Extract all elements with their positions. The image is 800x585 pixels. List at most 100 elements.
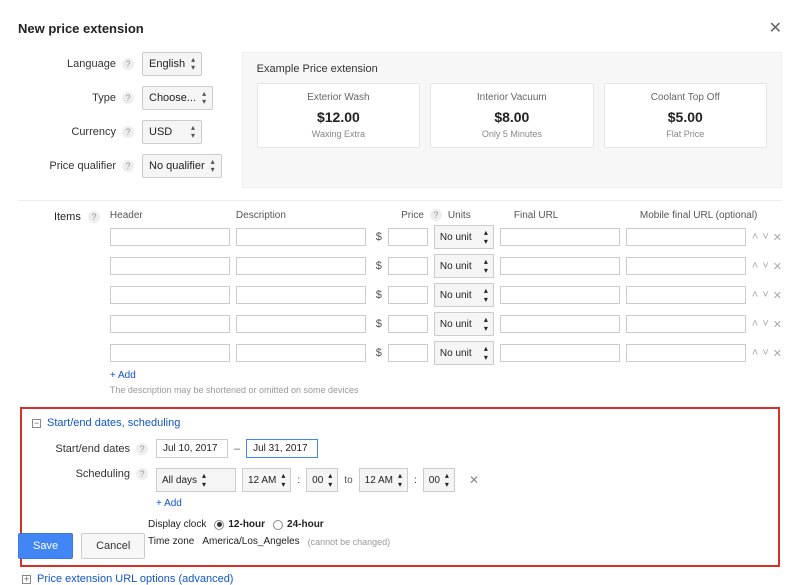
end-hour-select[interactable]: 12 AM▴▾	[359, 468, 408, 492]
final-url-input[interactable]	[500, 315, 620, 333]
currency-symbol: $	[372, 260, 382, 272]
help-icon[interactable]: ?	[122, 58, 134, 70]
col-final-url: Final URL	[514, 210, 634, 221]
items-label: Items	[54, 211, 81, 223]
header-input[interactable]	[110, 344, 230, 362]
col-price: Price	[372, 210, 424, 221]
header-input[interactable]	[110, 315, 230, 333]
help-icon[interactable]: ?	[122, 160, 134, 172]
price-input[interactable]	[388, 228, 428, 246]
start-hour-select[interactable]: 12 AM▴▾	[242, 468, 291, 492]
currency-symbol: $	[372, 289, 382, 301]
language-select[interactable]: English▴▾	[142, 52, 202, 76]
currency-symbol: $	[372, 318, 382, 330]
preview-panel: Example Price extension Exterior Wash $1…	[242, 52, 782, 188]
col-mobile-url: Mobile final URL (optional)	[640, 210, 780, 221]
final-url-input[interactable]	[500, 257, 620, 275]
units-select[interactable]: No unit▴▾	[434, 312, 494, 336]
day-select[interactable]: All days▴▾	[156, 468, 236, 492]
move-up-icon[interactable]: ˄	[752, 347, 758, 359]
dialog-title: New price extension	[18, 21, 144, 36]
description-input[interactable]	[236, 228, 366, 246]
add-item-link[interactable]: + Add	[110, 370, 782, 381]
start-min-select[interactable]: 00▴▾	[306, 468, 338, 492]
move-up-icon[interactable]: ˄	[752, 289, 758, 301]
clock-12-radio[interactable]: 12-hour	[214, 519, 265, 530]
final-url-input[interactable]	[500, 286, 620, 304]
scheduling-toggle[interactable]: − Start/end dates, scheduling	[32, 417, 768, 429]
collapse-icon: −	[32, 419, 41, 428]
help-icon[interactable]: ?	[136, 443, 148, 455]
header-input[interactable]	[110, 286, 230, 304]
help-icon[interactable]: ?	[122, 126, 134, 138]
type-label: Type	[18, 92, 118, 104]
mobile-url-input[interactable]	[626, 344, 746, 362]
move-down-icon[interactable]: ˅	[762, 260, 768, 272]
header-input[interactable]	[110, 228, 230, 246]
end-min-select[interactable]: 00▴▾	[423, 468, 455, 492]
description-input[interactable]	[236, 344, 366, 362]
timezone-label: Time zone	[148, 536, 194, 547]
advanced-toggle[interactable]: + Price extension URL options (advanced)	[22, 573, 782, 585]
move-down-icon[interactable]: ˅	[762, 289, 768, 301]
remove-row-icon[interactable]: ✕	[773, 347, 782, 360]
remove-row-icon[interactable]: ✕	[773, 318, 782, 331]
preview-card: Interior Vacuum $8.00 Only 5 Minutes	[430, 83, 593, 148]
units-select[interactable]: No unit▴▾	[434, 341, 494, 365]
mobile-url-input[interactable]	[626, 257, 746, 275]
end-date-input[interactable]: Jul 31, 2017	[246, 439, 318, 458]
chevron-updown-icon: ▴▾	[202, 90, 206, 106]
remove-row-icon[interactable]: ✕	[773, 289, 782, 302]
final-url-input[interactable]	[500, 344, 620, 362]
remove-schedule-icon[interactable]: ✕	[469, 473, 479, 487]
remove-row-icon[interactable]: ✕	[773, 260, 782, 273]
preview-title: Example Price extension	[257, 63, 767, 75]
currency-symbol: $	[372, 231, 382, 243]
units-select[interactable]: No unit▴▾	[434, 283, 494, 307]
save-button[interactable]: Save	[18, 533, 73, 559]
units-select[interactable]: No unit▴▾	[434, 254, 494, 278]
mobile-url-input[interactable]	[626, 228, 746, 246]
mobile-url-input[interactable]	[626, 286, 746, 304]
clock-label: Display clock	[148, 519, 206, 530]
units-select[interactable]: No unit▴▾	[434, 225, 494, 249]
price-input[interactable]	[388, 257, 428, 275]
start-date-input[interactable]: Jul 10, 2017	[156, 439, 228, 458]
items-hint: The description may be shortened or omit…	[110, 385, 782, 395]
move-up-icon[interactable]: ˄	[752, 318, 758, 330]
currency-select[interactable]: USD▴▾	[142, 120, 202, 144]
mobile-url-input[interactable]	[626, 315, 746, 333]
move-down-icon[interactable]: ˅	[762, 231, 768, 243]
close-icon[interactable]: ✕	[769, 18, 782, 38]
move-up-icon[interactable]: ˄	[752, 260, 758, 272]
col-description: Description	[236, 210, 366, 221]
price-input[interactable]	[388, 286, 428, 304]
price-input[interactable]	[388, 315, 428, 333]
move-down-icon[interactable]: ˅	[762, 318, 768, 330]
description-input[interactable]	[236, 257, 366, 275]
help-icon[interactable]: ?	[430, 209, 442, 221]
cancel-button[interactable]: Cancel	[81, 533, 145, 559]
item-row: $ No unit▴▾ ˄ ˅ ✕	[110, 225, 782, 249]
clock-24-radio[interactable]: 24-hour	[273, 519, 324, 530]
help-icon[interactable]: ?	[88, 211, 100, 223]
remove-row-icon[interactable]: ✕	[773, 231, 782, 244]
dates-label: Start/end dates	[32, 443, 132, 455]
header-input[interactable]	[110, 257, 230, 275]
type-select[interactable]: Choose...▴▾	[142, 86, 213, 110]
add-schedule-link[interactable]: + Add	[156, 498, 479, 509]
description-input[interactable]	[236, 286, 366, 304]
move-down-icon[interactable]: ˅	[762, 347, 768, 359]
language-label: Language	[18, 58, 118, 70]
timezone-value: America/Los_Angeles	[202, 536, 299, 547]
qualifier-label: Price qualifier	[18, 160, 118, 172]
help-icon[interactable]: ?	[136, 468, 148, 480]
final-url-input[interactable]	[500, 228, 620, 246]
help-icon[interactable]: ?	[122, 92, 134, 104]
move-up-icon[interactable]: ˄	[752, 231, 758, 243]
expand-icon: +	[22, 575, 31, 584]
col-units: Units	[448, 210, 508, 221]
price-input[interactable]	[388, 344, 428, 362]
description-input[interactable]	[236, 315, 366, 333]
qualifier-select[interactable]: No qualifier▴▾	[142, 154, 222, 178]
